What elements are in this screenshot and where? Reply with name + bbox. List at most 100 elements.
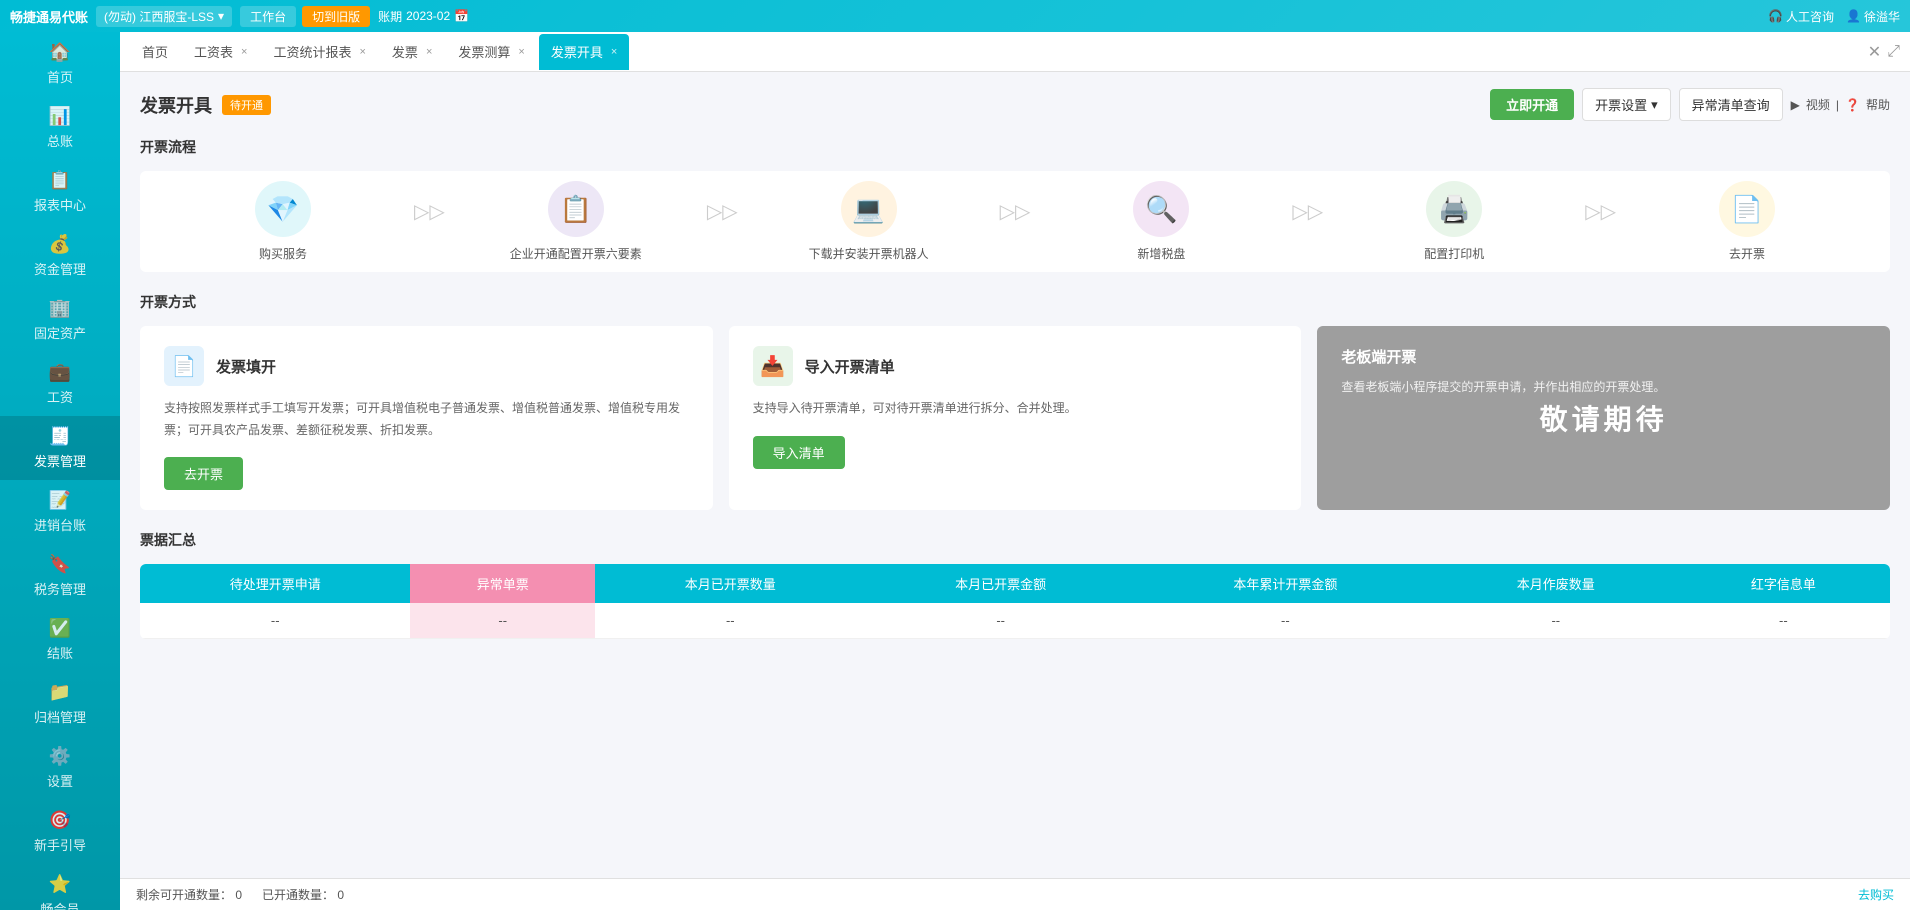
separator: | [1836,98,1839,112]
app-logo: 畅捷通易代账 [10,7,88,26]
open-settings-button[interactable]: 开票设置 ▾ [1582,88,1671,121]
arrow-3: ▷▷ [992,199,1039,224]
period-selector[interactable]: 账期 2023-02 📅 [378,8,469,25]
old-client-card: 老板端开票 查看老板端小程序提交的开票申请，并作出相应的开票处理。 敬请期待 [1317,326,1890,510]
video-icon: ▶ [1791,98,1800,112]
process-step-6-icon: 📄 [1719,181,1775,237]
sidebar-item-home[interactable]: 🏠 首页 [0,32,120,96]
tab-invoice-calc[interactable]: 发票测算 × [446,34,536,70]
import-list-button[interactable]: 导入清单 [753,436,845,469]
sidebar-label-guide: 新手引导 [34,835,86,854]
tab-invoice-label: 发票 [392,42,418,61]
invoice-methods: 📄 发票填开 支持按照发票样式手工填写开发票；可开具增值税电子普通发票、增值税普… [140,326,1890,510]
sidebar-label-home: 首页 [47,67,73,86]
customer-service[interactable]: 🎧 人工咨询 [1768,8,1834,25]
buy-link[interactable]: 去购买 [1858,886,1894,903]
invoice-icon: 🧾 [49,426,71,447]
sidebar-item-invoice[interactable]: 🧾 发票管理 [0,416,120,480]
sidebar-label-tax: 税务管理 [34,579,86,598]
old-version-button[interactable]: 切到旧版 [302,6,370,27]
help-label[interactable]: 帮助 [1866,96,1890,113]
summary-table: 待处理开票申请 异常单票 本月已开票数量 本月已开票金额 本年累计开票金额 本月… [140,564,1890,639]
reports-icon: 📋 [49,170,71,191]
import-card-title: 导入开票清单 [805,356,895,377]
process-step-4[interactable]: 🔍 新增税盘 [1038,181,1284,262]
sidebar-item-payroll[interactable]: 💼 工资 [0,352,120,416]
settings-icon: ⚙️ [49,746,71,767]
fill-card-icon: 📄 [164,346,204,386]
process-step-3[interactable]: 💻 下载并安装开票机器人 [746,181,992,262]
tax-icon: 🔖 [49,554,71,575]
immediate-open-button[interactable]: 立即开通 [1490,89,1574,120]
tab-home[interactable]: 首页 [130,34,180,70]
remain-label: 剩余可开通数量： 0 [136,886,242,903]
arrow-4: ▷▷ [1284,199,1331,224]
tab-payroll-report-label: 工资统计报表 [273,42,351,61]
assets-icon: 🏢 [49,298,71,319]
cell-month-amount: -- [865,603,1135,639]
sidebar-label-funds: 资金管理 [34,259,86,278]
sidebar-item-funds[interactable]: 💰 资金管理 [0,224,120,288]
view-count-label[interactable]: 视频 [1806,96,1830,113]
tab-payroll-report-close[interactable]: × [359,46,365,58]
restore-icon[interactable]: ⤢ [1887,43,1900,61]
process-section-title: 开票流程 [140,137,1890,157]
user-icon: 👤 [1846,9,1861,23]
process-step-5-label: 配置打印机 [1424,245,1484,262]
sidebar-item-tax[interactable]: 🔖 税务管理 [0,544,120,608]
company-selector[interactable]: (勿动) 江西服宝-LSS ▾ [96,6,232,27]
open-settings-label: 开票设置 [1595,95,1647,114]
sidebar-item-archive[interactable]: 📁 归档管理 [0,672,120,736]
tab-invoice-issue-close[interactable]: × [611,46,617,58]
process-step-1[interactable]: 💎 购买服务 [160,181,406,262]
opened-label: 已开通数量： 0 [262,886,344,903]
tab-invoice-calc-close[interactable]: × [518,46,524,58]
abnormal-query-button[interactable]: 异常清单查询 [1679,88,1783,121]
process-flow: 💎 购买服务 ▷▷ 📋 企业开通配置开票六要素 ▷▷ [140,171,1890,272]
funds-icon: 💰 [49,234,71,255]
tab-payslip-close[interactable]: × [241,46,247,58]
sidebar-item-reports[interactable]: 📋 报表中心 [0,160,120,224]
tab-payslip[interactable]: 工资表 × [182,34,259,70]
sidebar-label-member: 畅会员 [40,899,79,910]
page-title-area: 发票开具 待开通 [140,92,271,118]
process-step-6[interactable]: 📄 去开票 [1624,181,1870,262]
member-icon: ⭐ [49,874,71,895]
sidebar-item-assets[interactable]: 🏢 固定资产 [0,288,120,352]
tab-invoice-close[interactable]: × [426,46,432,58]
import-invoice-card: 📥 导入开票清单 支持导入待开票清单，可对待开票清单进行拆分、合并处理。 导入清… [729,326,1302,510]
archive-icon: 📁 [49,682,71,703]
sidebar: 🏠 首页 📊 总账 📋 报表中心 💰 资金管理 🏢 固定资产 💼 工资 🧾 发票… [0,32,120,910]
tab-payslip-label: 工资表 [194,42,233,61]
tab-bar-actions: ✕ ⤢ [1868,42,1900,62]
tab-invoice[interactable]: 发票 × [380,34,444,70]
close-all-icon[interactable]: ✕ [1868,42,1881,62]
process-step-5-icon: 🖨️ [1426,181,1482,237]
tab-payroll-report[interactable]: 工资统计报表 × [261,34,377,70]
sidebar-label-ledger: 总账 [47,131,73,150]
fill-card-desc: 支持按照发票样式手工填写开发票；可开具增值税电子普通发票、增值税普通发票、增值税… [164,398,689,441]
process-step-1-icon: 💎 [255,181,311,237]
sidebar-item-ledger[interactable]: 📊 总账 [0,96,120,160]
cell-abnormal: -- [410,603,595,639]
process-step-2[interactable]: 📋 企业开通配置开票六要素 [453,181,699,262]
sidebar-item-purchasesales[interactable]: 📝 进销台账 [0,480,120,544]
process-step-2-icon: 📋 [548,181,604,237]
page-content: 发票开具 待开通 立即开通 开票设置 ▾ 异常清单查询 ▶ 视频 | ❓ [120,72,1910,878]
sidebar-label-reports: 报表中心 [34,195,86,214]
sidebar-label-invoice: 发票管理 [34,451,86,470]
user-profile[interactable]: 👤 徐溢华 [1846,8,1900,25]
col-abnormal: 异常单票 [410,564,595,603]
tab-invoice-issue[interactable]: 发票开具 × [539,34,629,70]
sidebar-item-checkout[interactable]: ✅ 结账 [0,608,120,672]
cell-pending: -- [140,603,410,639]
sidebar-label-payroll: 工资 [47,387,73,406]
sidebar-item-member[interactable]: ⭐ 畅会员 [0,864,120,910]
process-step-5[interactable]: 🖨️ 配置打印机 [1331,181,1577,262]
workstation-button[interactable]: 工作台 [240,6,296,27]
sidebar-item-settings[interactable]: ⚙️ 设置 [0,736,120,800]
sidebar-item-guide[interactable]: 🎯 新手引导 [0,800,120,864]
top-bar-left: 畅捷通易代账 (勿动) 江西服宝-LSS ▾ 工作台 切到旧版 账期 2023-… [10,6,1768,27]
table-row: -- -- -- -- -- -- -- [140,603,1890,639]
go-invoice-button[interactable]: 去开票 [164,457,243,490]
